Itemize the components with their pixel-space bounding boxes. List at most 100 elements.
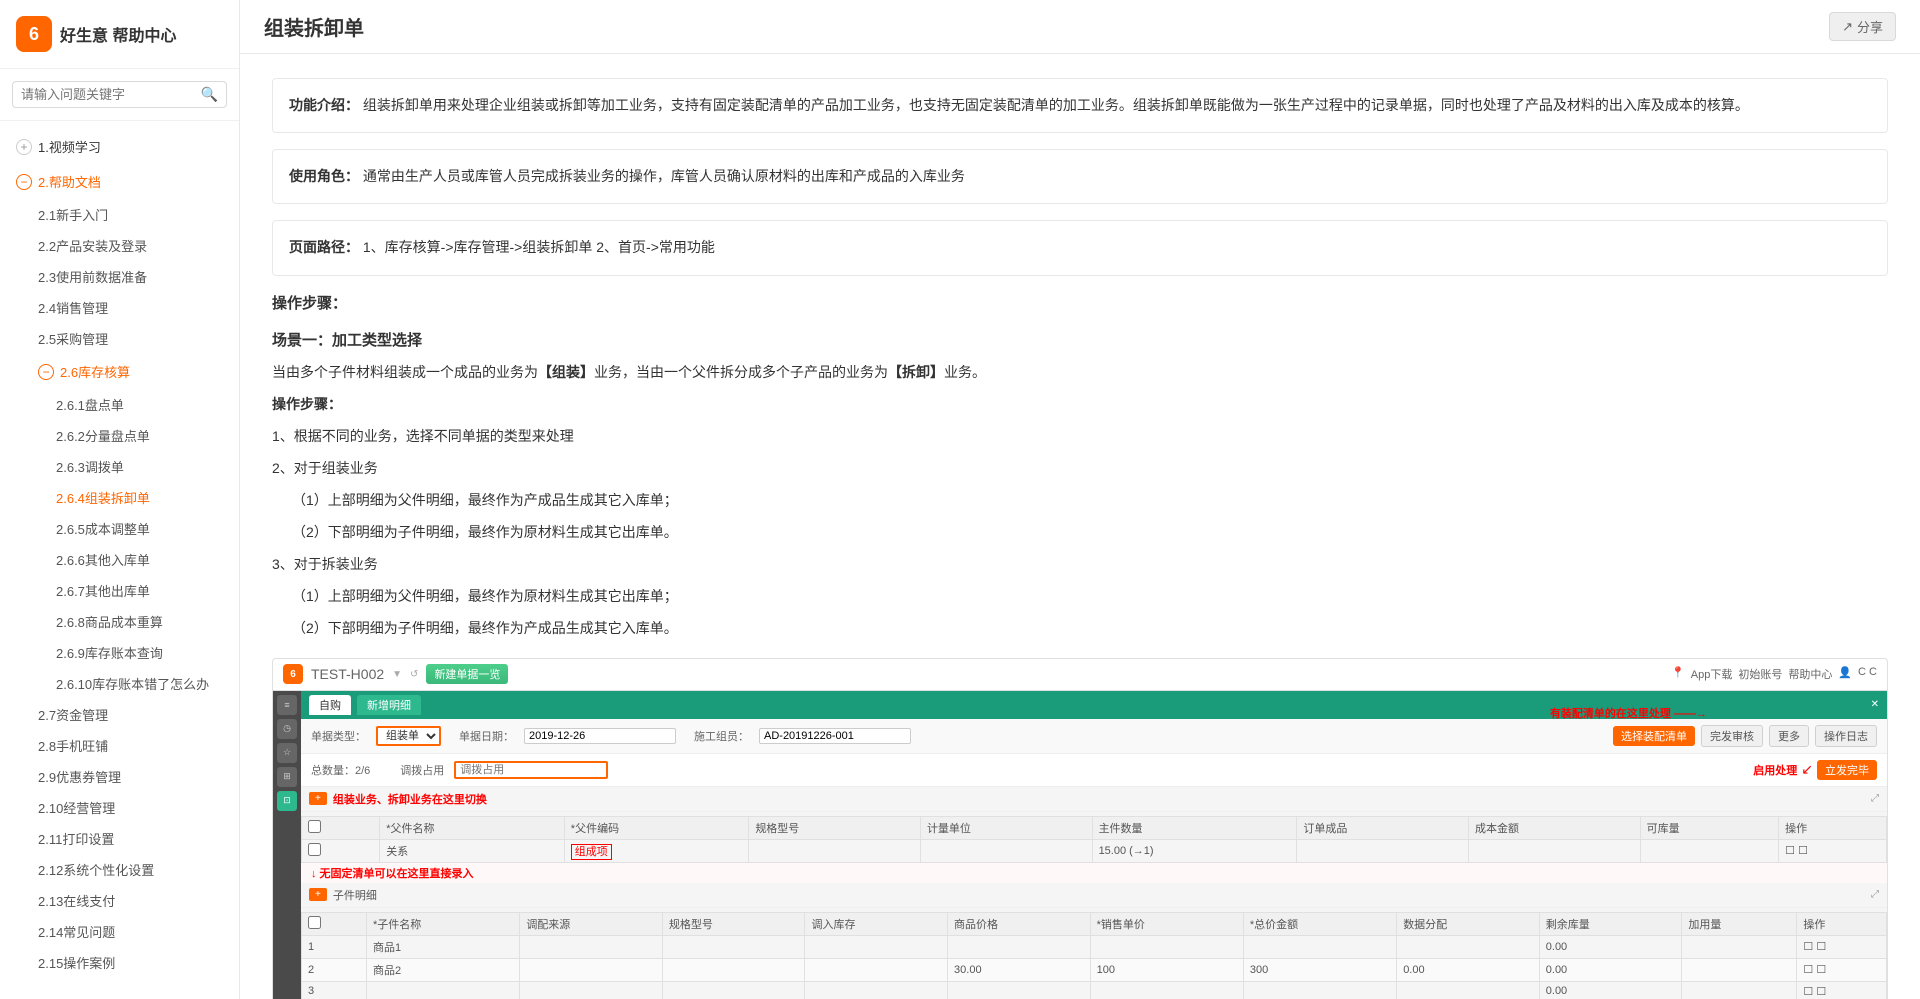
search-input[interactable] xyxy=(21,87,201,102)
mock-help-label: 帮助中心 xyxy=(1788,666,1832,682)
mock-cell-spec xyxy=(749,839,921,862)
mock-close-icon[interactable]: ✕ xyxy=(1871,699,1879,710)
sidebar-item-215[interactable]: 2.15操作案例 xyxy=(0,947,239,978)
mock-num-input[interactable] xyxy=(759,728,911,744)
sidebar-item-265[interactable]: 2.6.5成本调整单 xyxy=(0,513,239,544)
mock-count-label: 总数量：2/6 xyxy=(311,762,370,778)
sidebar-item-263[interactable]: 2.6.3调拨单 xyxy=(0,451,239,482)
step-2-2: （2）下部明细为子件明细，最终作为原材料生成其它出库单。 xyxy=(272,518,1888,546)
mock-date-input[interactable] xyxy=(524,728,676,744)
sidebar-item-212[interactable]: 2.12系统个性化设置 xyxy=(0,854,239,885)
mock-cell-name: 关系 xyxy=(380,839,565,862)
search-icon[interactable]: 🔍 xyxy=(201,86,218,103)
mock-tab-new[interactable]: 新增明细 xyxy=(357,695,421,715)
mock-location-icon: 📍 xyxy=(1671,666,1685,682)
search-area: 🔍 xyxy=(0,69,239,121)
step-3-1: （1）上部明细为父件明细，最终作为原材料生成其它出库单； xyxy=(272,582,1888,610)
sidebar-item-210[interactable]: 2.10经营管理 xyxy=(0,792,239,823)
sidebar-item-23[interactable]: 2.3使用前数据准备 xyxy=(0,261,239,292)
mock-lower-header: + 子件明细 ⤢ xyxy=(301,883,1887,908)
sidebar-item-268[interactable]: 2.6.8商品成本重算 xyxy=(0,606,239,637)
mock-cell-stock xyxy=(1640,839,1779,862)
mock-ui: 6 TEST-H002 ▼ ↺ 新建单据一览 📍 App下载 初始账号 帮助中心… xyxy=(273,659,1887,999)
sidebar-item-28[interactable]: 2.8手机旺铺 xyxy=(0,730,239,761)
mock-col-unit: 计量单位 xyxy=(920,816,1092,839)
sidebar-item-261[interactable]: 2.6.1盘点单 xyxy=(0,389,239,420)
mock-location-input[interactable] xyxy=(454,761,608,779)
mock-confirm-btn[interactable]: 完发审核 xyxy=(1701,725,1763,747)
mock-left-icon-active: ⊡ xyxy=(277,791,297,811)
page-title: 组装拆卸单 xyxy=(264,12,364,41)
sidebar-item-21[interactable]: 2.1新手入门 xyxy=(0,199,239,230)
mock-select-config-btn[interactable]: 选择装配清单 xyxy=(1613,726,1695,746)
mock-icons: 📍 App下载 初始账号 帮助中心 👤 C C xyxy=(1671,666,1877,682)
sidebar-item-26[interactable]: − 2.6库存核算 xyxy=(0,354,239,389)
mock-date-label: 单据日期： xyxy=(459,728,514,744)
process-arrow: ↙ xyxy=(1801,761,1813,778)
mock-col-spec: 规格型号 xyxy=(749,816,921,839)
sidebar: 6 好生意 帮助中心 🔍 + 1.视频学习 − 2.帮助文档 2.1新手入门 2… xyxy=(0,0,240,999)
sidebar-item-29[interactable]: 2.9优惠券管理 xyxy=(0,761,239,792)
sidebar-item-docs[interactable]: − 2.帮助文档 xyxy=(0,164,239,199)
collapse-icon: − xyxy=(16,174,32,190)
mock-select-all[interactable] xyxy=(308,820,321,833)
mock-add-lower-btn[interactable]: + xyxy=(309,888,327,901)
mock-upper-header: + 组装业务、拆卸业务在这里切换 ⤢ xyxy=(301,787,1887,812)
mock-right-btns: 选择装配清单 完发审核 更多 操作日志 xyxy=(1613,725,1877,747)
mock-new-btn[interactable]: 新建单据一览 xyxy=(426,664,508,684)
sidebar-item-262[interactable]: 2.6.2分量盘点单 xyxy=(0,420,239,451)
sidebar-item-266[interactable]: 2.6.6其他入库单 xyxy=(0,544,239,575)
sidebar-item-22[interactable]: 2.2产品安装及登录 xyxy=(0,230,239,261)
step-1: 1、根据不同的业务，选择不同单据的类型来处理 xyxy=(272,422,1888,450)
share-button[interactable]: ↗ 分享 xyxy=(1829,12,1896,41)
mock-type-label: 单据类型： xyxy=(311,728,366,744)
path-block: 页面路径： 1、库存核算->库存管理->组装拆卸单 2、首页->常用功能 xyxy=(272,220,1888,275)
mock-tab-self[interactable]: 自购 xyxy=(309,695,351,715)
mock-save-btn[interactable]: 立发完毕 xyxy=(1817,760,1877,780)
mock-type-select[interactable]: 组装单 拆卸单 xyxy=(376,726,441,746)
mock-add-upper-btn[interactable]: + xyxy=(309,792,327,805)
config-annotation: 有装配清单的在这里处理 ——→ xyxy=(1550,705,1707,721)
mock-upper-section: + 组装业务、拆卸业务在这里切换 ⤢ *父件名称 *父件编码 xyxy=(301,787,1887,863)
top-bar: 组装拆卸单 ↗ 分享 xyxy=(240,0,1920,54)
logo-icon: 6 xyxy=(16,16,52,52)
sidebar-item-267[interactable]: 2.6.7其他出库单 xyxy=(0,575,239,606)
mock-cell-cost xyxy=(1469,839,1641,862)
sidebar-item-269[interactable]: 2.6.9库存账本查询 xyxy=(0,637,239,668)
sidebar-item-24[interactable]: 2.4销售管理 xyxy=(0,292,239,323)
mock-save-area: 启用处理 ↙ 立发完毕 xyxy=(1753,760,1877,780)
mock-cc-label: C C xyxy=(1858,666,1877,682)
sidebar-item-video-label: 1.视频学习 xyxy=(38,137,101,156)
ops-title: 操作步骤： xyxy=(272,292,1888,313)
mock-cell-ops: ☐ ☐ xyxy=(1779,839,1887,862)
mock-more-btn[interactable]: 更多 xyxy=(1769,725,1809,747)
mock-lower-col-name: *子件名称 xyxy=(367,912,520,935)
mock-form-row-1: 单据类型： 组装单 拆卸单 单据日期： 施工组员： 选择装 xyxy=(301,719,1887,754)
sidebar-item-26-label: 2.6库存核算 xyxy=(60,362,130,381)
mock-lower-col-action: 操作 xyxy=(1797,912,1887,935)
mock-col-order: 订单成品 xyxy=(1297,816,1469,839)
mock-upper-expand-icon: ⤢ xyxy=(1871,793,1879,804)
search-box[interactable]: 🔍 xyxy=(12,81,227,108)
step-2: 2、对于组装业务 xyxy=(272,454,1888,482)
mock-ops-btn[interactable]: 操作日志 xyxy=(1815,725,1877,747)
mock-cell-order xyxy=(1297,839,1469,862)
mock-lower-expand-icon: ⤢ xyxy=(1871,889,1879,900)
step-3: 3、对于拆装业务 xyxy=(272,550,1888,578)
nav-area: + 1.视频学习 − 2.帮助文档 2.1新手入门 2.2产品安装及登录 2.3… xyxy=(0,121,239,999)
mock-col-cost: 成本金额 xyxy=(1469,816,1641,839)
mock-lower-col-checkbox xyxy=(302,912,367,935)
content-area: 功能介绍： 组装拆卸单用来处理企业组装或拆卸等加工业务，支持有固定装配清单的产品… xyxy=(240,54,1920,999)
mock-avatar-icon: 👤 xyxy=(1838,666,1852,682)
sidebar-item-2610[interactable]: 2.6.10库存账本错了怎么办 xyxy=(0,668,239,699)
mock-lower-section: + 子件明细 ⤢ *子件名称 调配来源 规 xyxy=(301,883,1887,999)
sidebar-item-video[interactable]: + 1.视频学习 xyxy=(0,129,239,164)
sidebar-item-25[interactable]: 2.5采购管理 xyxy=(0,323,239,354)
sidebar-item-264[interactable]: 2.6.4组装拆卸单 xyxy=(0,482,239,513)
mock-dropdown-icon: ▼ xyxy=(392,669,402,680)
sidebar-item-214[interactable]: 2.14常见问题 xyxy=(0,916,239,947)
sidebar-item-27[interactable]: 2.7资金管理 xyxy=(0,699,239,730)
sidebar-item-211[interactable]: 2.11打印设置 xyxy=(0,823,239,854)
table-row: 2 商品2 30.00100300 0.000.00 ☐ ☐ xyxy=(302,958,1887,981)
sidebar-item-213[interactable]: 2.13在线支付 xyxy=(0,885,239,916)
